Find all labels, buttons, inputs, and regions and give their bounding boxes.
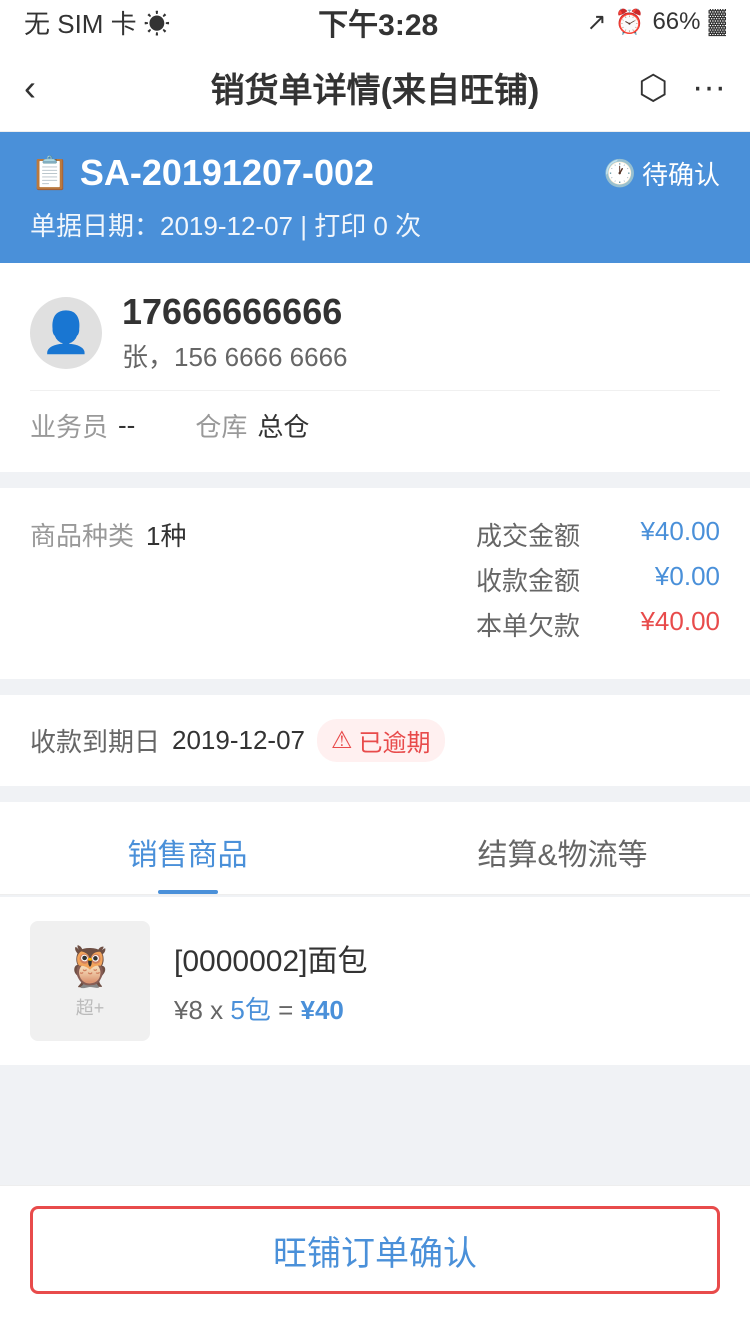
sales-person-value: -- [118, 410, 135, 441]
warehouse-value: 总仓 [257, 407, 309, 444]
arrears-amount-label: 本单欠款 [476, 606, 580, 643]
order-id-text: SA-20191207-002 [80, 152, 374, 194]
nav-bar: ‹ 销货单详情(来自旺铺) ⬡ ··· [0, 44, 750, 132]
location-icon: ↗ [586, 8, 606, 37]
nav-actions: ⬡ ··· [638, 68, 726, 108]
product-image: 🦉 超+ [30, 921, 150, 1041]
sales-person-item: 业务员 -- [30, 407, 135, 444]
due-date-label: 收款到期日 [30, 722, 160, 759]
order-header-top: 📋 SA-20191207-002 🕐 待确认 [30, 152, 720, 194]
price-total: ¥40 [300, 995, 343, 1025]
product-img-inner: 🦉 超+ [65, 943, 115, 1020]
bottom-bar: 旺铺订单确认 [0, 1185, 750, 1334]
product-placeholder-icon: 🦉 [65, 943, 115, 990]
overdue-badge: ⚠ 已逾期 [317, 719, 445, 762]
summary-right: 成交金额 ¥40.00 收款金额 ¥0.00 本单欠款 ¥40.00 [476, 516, 720, 651]
status-time: 下午3:28 [318, 0, 438, 44]
confirm-order-button[interactable]: 旺铺订单确认 [30, 1206, 720, 1294]
product-name: [0000002]面包 [174, 936, 720, 980]
deal-amount-row: 成交金额 ¥40.00 [476, 516, 720, 553]
product-price: ¥8 x 5包 = ¥40 [174, 990, 720, 1027]
deal-amount-value: ¥40.00 [600, 516, 720, 553]
product-info: [0000002]面包 ¥8 x 5包 = ¥40 [174, 936, 720, 1027]
customer-phone: 17666666666 [122, 291, 348, 333]
share-button[interactable]: ⬡ [638, 68, 668, 108]
product-types-label: 商品种类 [30, 516, 134, 553]
receipt-amount-label: 收款金额 [476, 561, 580, 598]
arrears-amount-row: 本单欠款 ¥40.00 [476, 606, 720, 643]
avatar-icon: 👤 [41, 309, 91, 356]
status-bar: 无 SIM 卡 ☀ 下午3:28 ↗ ⏰ 66% ▓ [0, 0, 750, 44]
product-brand-label: 超+ [76, 994, 105, 1020]
battery-level: 66% [652, 8, 700, 36]
order-header-card: 📋 SA-20191207-002 🕐 待确认 单据日期：2019-12-07 … [0, 132, 750, 263]
due-date-card: 收款到期日 2019-12-07 ⚠ 已逾期 [0, 695, 750, 786]
equals-sign: = [271, 995, 301, 1025]
clock-icon: 🕐 [604, 158, 636, 189]
price-text: ¥8 x [174, 995, 230, 1025]
customer-sub-info: 张，156 6666 6666 [122, 337, 348, 374]
battery-icon: ▓ [709, 8, 727, 36]
product-types-value: 1种 [146, 516, 186, 553]
sales-person-label: 业务员 [30, 407, 108, 444]
customer-top: 👤 17666666666 张，156 6666 6666 [30, 291, 720, 374]
overdue-text: 已逾期 [359, 723, 431, 758]
more-button[interactable]: ··· [692, 68, 726, 107]
tab-settlement[interactable]: 结算&物流等 [375, 802, 750, 894]
tabs-bar: 销售商品 结算&物流等 [0, 802, 750, 895]
order-status-text: 待确认 [642, 155, 720, 192]
status-right: ↗ ⏰ 66% ▓ [586, 8, 726, 37]
due-date-value: 2019-12-07 [172, 725, 305, 756]
product-list: 🦉 超+ [0000002]面包 ¥8 x 5包 = ¥40 [0, 897, 750, 1065]
order-icon: 📋 [30, 154, 70, 192]
back-button[interactable]: ‹ [24, 57, 46, 119]
deal-amount-label: 成交金额 [476, 516, 580, 553]
warehouse-label: 仓库 [195, 407, 247, 444]
order-id: 📋 SA-20191207-002 [30, 152, 374, 194]
receipt-amount-row: 收款金额 ¥0.00 [476, 561, 720, 598]
arrears-amount-value: ¥40.00 [600, 606, 720, 643]
tab-sales-products-label: 销售商品 [128, 839, 248, 872]
customer-card: 👤 17666666666 张，156 6666 6666 业务员 -- 仓库 … [0, 263, 750, 472]
page-title: 销货单详情(来自旺铺) [211, 63, 540, 112]
avatar: 👤 [30, 297, 102, 369]
tab-settlement-label: 结算&物流等 [477, 839, 647, 872]
summary-left: 商品种类 1种 [30, 516, 186, 553]
order-status-badge: 🕐 待确认 [604, 155, 720, 192]
receipt-amount-value: ¥0.00 [600, 561, 720, 598]
overdue-icon: ⚠ [331, 726, 353, 755]
order-date: 单据日期：2019-12-07 | 打印 0 次 [30, 206, 720, 243]
sim-status: 无 SIM 卡 ☀ [24, 4, 170, 41]
status-left: 无 SIM 卡 ☀ [24, 4, 170, 41]
customer-meta: 业务员 -- 仓库 总仓 [30, 390, 720, 444]
alarm-icon: ⏰ [615, 8, 645, 37]
price-qty: 5包 [230, 995, 270, 1025]
warehouse-item: 仓库 总仓 [195, 407, 309, 444]
summary-card: 商品种类 1种 成交金额 ¥40.00 收款金额 ¥0.00 本单欠款 ¥40.… [0, 488, 750, 679]
tab-sales-products[interactable]: 销售商品 [0, 802, 375, 894]
product-item: 🦉 超+ [0000002]面包 ¥8 x 5包 = ¥40 [0, 897, 750, 1065]
customer-info: 17666666666 张，156 6666 6666 [122, 291, 348, 374]
